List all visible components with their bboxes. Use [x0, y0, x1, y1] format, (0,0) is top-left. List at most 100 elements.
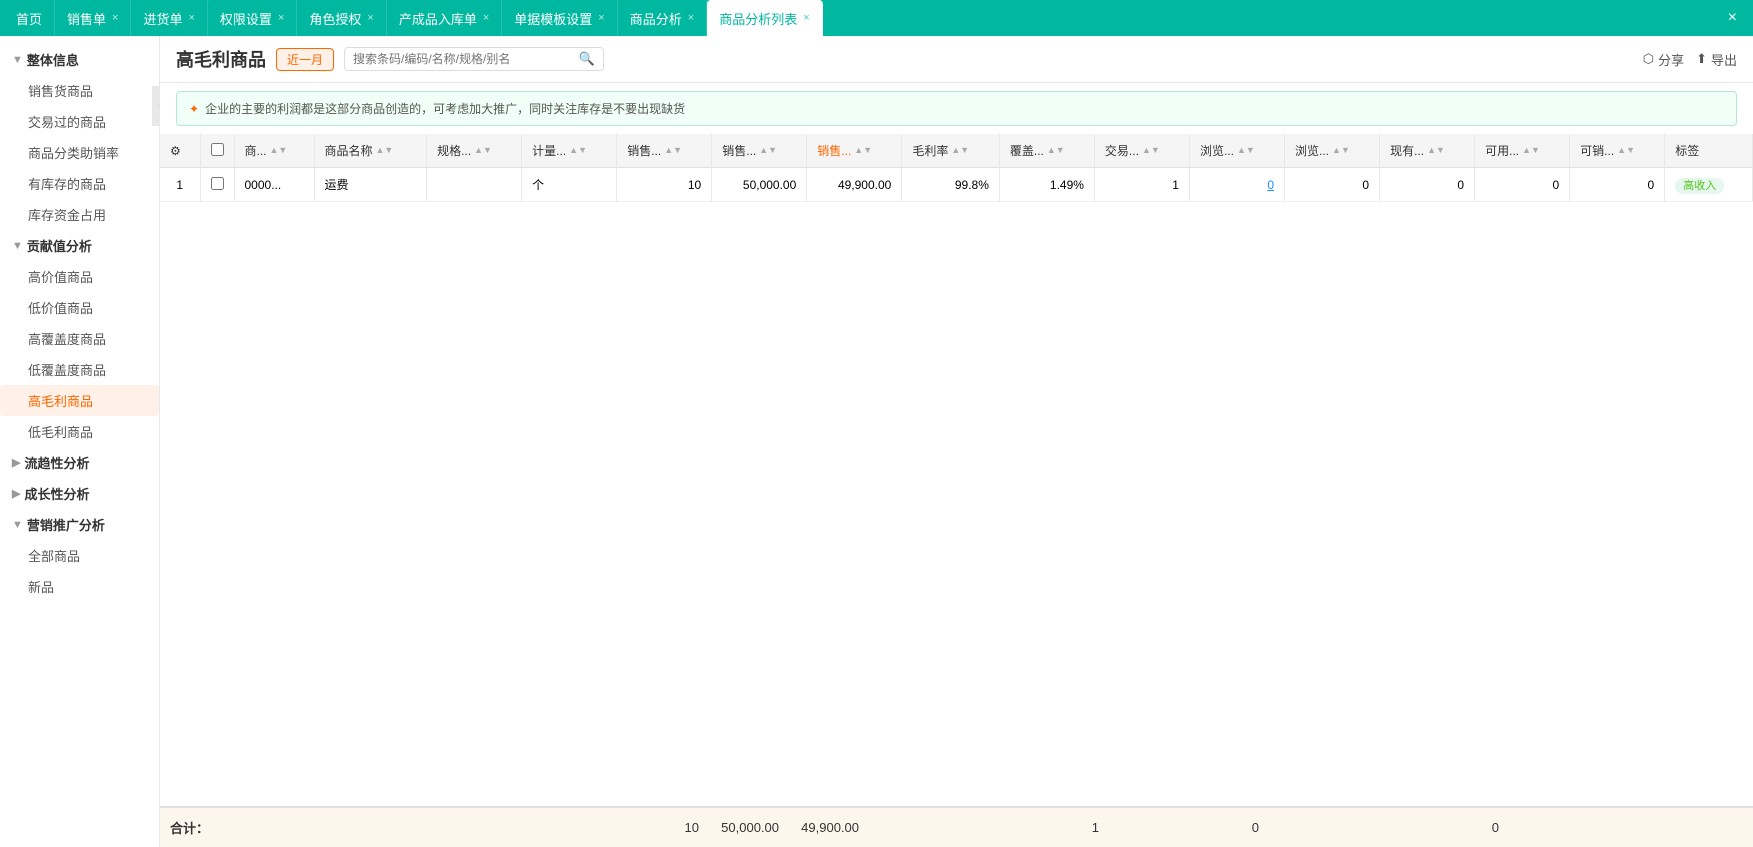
close-purchase-order[interactable]: ×	[188, 12, 194, 24]
sidebar-overall-items: 销售货商品 交易过的商品 商品分类助销率 有库存的商品 库存资金占用	[0, 75, 159, 230]
sidebar-item-traded-goods[interactable]: 交易过的商品	[0, 106, 159, 137]
sidebar-section-contribution[interactable]: ▼ 贡献值分析	[0, 230, 159, 261]
cell-saleable: 0	[1570, 168, 1665, 202]
cell-available: 0	[1475, 168, 1570, 202]
col-gross-rate[interactable]: 毛利率 ▲▼	[902, 134, 1000, 168]
sidebar-item-in-stock[interactable]: 有库存的商品	[0, 168, 159, 199]
arrow-down-icon: ▼	[12, 54, 23, 66]
search-icon[interactable]: 🔍	[579, 51, 595, 67]
sidebar-section-flow[interactable]: ▶ 流趋性分析	[0, 447, 159, 478]
sidebar-item-low-margin[interactable]: 低毛利商品	[0, 416, 159, 447]
close-permission[interactable]: ×	[278, 12, 284, 24]
cell-browse1[interactable]: 0	[1189, 168, 1284, 202]
close-role-auth[interactable]: ×	[367, 12, 373, 24]
cell-browse2: 0	[1285, 168, 1380, 202]
arrow-right-icon: ▶	[12, 456, 20, 469]
nav-product-analysis-list[interactable]: 商品分析列表 ×	[707, 0, 822, 36]
share-btn[interactable]: ⬡ 分享	[1643, 50, 1684, 69]
sidebar-item-all-goods[interactable]: 全部商品	[0, 540, 159, 571]
nav-role-auth[interactable]: 角色授权 ×	[297, 0, 386, 36]
col-browse2[interactable]: 浏览... ▲▼	[1285, 134, 1380, 168]
sidebar-item-stock-capital[interactable]: 库存资金占用	[0, 199, 159, 230]
close-analysis-list[interactable]: ×	[803, 12, 809, 24]
sidebar-section-growth[interactable]: ▶ 成长性分析	[0, 478, 159, 509]
footer-spacer9	[1269, 824, 1349, 832]
col-coverage[interactable]: 覆盖... ▲▼	[999, 134, 1094, 168]
sidebar-collapse-btn[interactable]: «	[152, 86, 160, 126]
sidebar-item-low-coverage[interactable]: 低覆盖度商品	[0, 354, 159, 385]
sort-arrows-5: ▲▼	[664, 146, 682, 155]
cell-trade: 1	[1094, 168, 1189, 202]
footer-spacer10	[1349, 824, 1429, 832]
col-settings[interactable]: ⚙	[160, 134, 200, 168]
nav-permission-settings[interactable]: 权限设置 ×	[208, 0, 297, 36]
footer-sale-qty: 10	[629, 816, 709, 839]
footer-spacer6	[869, 824, 949, 832]
filter-month-btn[interactable]: 近一月	[276, 48, 334, 71]
col-browse1[interactable]: 浏览... ▲▼	[1189, 134, 1284, 168]
close-product-inbound[interactable]: ×	[483, 12, 489, 24]
content-area: 高毛利商品 近一月 🔍 ⬡ 分享 ⬆ 导出 ✦ 企业的主要的利润都是这部分商品创…	[160, 36, 1753, 847]
col-stock1[interactable]: 现有... ▲▼	[1380, 134, 1475, 168]
sidebar-item-high-value[interactable]: 高价值商品	[0, 261, 159, 292]
search-container: 🔍	[344, 47, 604, 71]
row-checkbox[interactable]	[211, 177, 224, 190]
settings-icon[interactable]: ⚙	[170, 144, 181, 158]
footer-spacer8	[1109, 824, 1189, 832]
col-unit[interactable]: 计量... ▲▼	[522, 134, 617, 168]
select-all-checkbox[interactable]	[211, 143, 224, 156]
sort-arrows-6: ▲▼	[759, 146, 777, 155]
sidebar: « ▼ 整体信息 销售货商品 交易过的商品 商品分类助销率 有库存的商品 库存资…	[0, 36, 160, 847]
col-sale-amount[interactable]: 销售... ▲▼	[712, 134, 807, 168]
col-tag[interactable]: 标签	[1665, 134, 1753, 168]
sidebar-item-low-value[interactable]: 低价值商品	[0, 292, 159, 323]
search-input[interactable]	[353, 52, 579, 66]
share-icon: ⬡	[1643, 51, 1654, 67]
col-available[interactable]: 可用... ▲▼	[1475, 134, 1570, 168]
nav-home[interactable]: 首页	[4, 0, 55, 36]
sidebar-item-new-goods[interactable]: 新品	[0, 571, 159, 602]
sidebar-section-marketing[interactable]: ▼ 营销推广分析	[0, 509, 159, 540]
nav-purchase-order[interactable]: 进货单 ×	[131, 0, 207, 36]
cell-unit: 个	[522, 168, 617, 202]
export-btn[interactable]: ⬆ 导出	[1696, 50, 1737, 69]
nav-product-inbound[interactable]: 产成品入库单 ×	[387, 0, 502, 36]
col-name[interactable]: 商品名称 ▲▼	[314, 134, 427, 168]
nav-template-settings[interactable]: 单据模板设置 ×	[502, 0, 617, 36]
close-analysis[interactable]: ×	[688, 12, 694, 24]
col-spec[interactable]: 规格... ▲▼	[427, 134, 522, 168]
window-close-btn[interactable]: ×	[1716, 9, 1749, 27]
sidebar-item-high-margin[interactable]: 高毛利商品	[0, 385, 159, 416]
cell-name: 运费	[314, 168, 427, 202]
close-sales-order[interactable]: ×	[112, 12, 118, 24]
sort-arrows-4: ▲▼	[569, 146, 587, 155]
sidebar-item-high-coverage[interactable]: 高覆盖度商品	[0, 323, 159, 354]
sidebar-section-overall[interactable]: ▼ 整体信息	[0, 44, 159, 75]
col-trade[interactable]: 交易... ▲▼	[1094, 134, 1189, 168]
col-sale-profit[interactable]: 销售... ▲▼	[807, 134, 902, 168]
tag-badge: 高收入	[1675, 178, 1724, 194]
sidebar-item-sale-goods[interactable]: 销售货商品	[0, 75, 159, 106]
sort-arrows-10: ▲▼	[1142, 146, 1160, 155]
sidebar-marketing-items: 全部商品 新品	[0, 540, 159, 602]
nav-sales-order[interactable]: 销售单 ×	[55, 0, 131, 36]
col-sale-qty[interactable]: 销售... ▲▼	[617, 134, 712, 168]
footer-spacer1	[229, 824, 309, 832]
sidebar-contribution-items: 高价值商品 低价值商品 高覆盖度商品 低覆盖度商品 高毛利商品 低毛利商品	[0, 261, 159, 447]
info-icon: ✦	[189, 102, 199, 116]
header-actions: ⬡ 分享 ⬆ 导出	[1643, 50, 1737, 69]
info-bar: ✦ 企业的主要的利润都是这部分商品创造的，可考虑加大推广，同时关注库存是不要出现…	[176, 91, 1737, 126]
nav-product-analysis[interactable]: 商品分析 ×	[618, 0, 707, 36]
sort-arrows-2: ▲▼	[376, 146, 394, 155]
footer-label: 合计：	[170, 818, 229, 837]
footer-spacer4	[469, 824, 549, 832]
col-code[interactable]: 商... ▲▼	[234, 134, 314, 168]
sidebar-item-category-rate[interactable]: 商品分类助销率	[0, 137, 159, 168]
table-container: ⚙ 商... ▲▼ 商品名称	[160, 134, 1753, 806]
col-saleable[interactable]: 可销... ▲▼	[1570, 134, 1665, 168]
cell-stock1: 0	[1380, 168, 1475, 202]
footer-browse2: 0	[1189, 816, 1269, 839]
sort-arrows-15: ▲▼	[1617, 146, 1635, 155]
page-title: 高毛利商品	[176, 46, 266, 72]
close-template[interactable]: ×	[598, 12, 604, 24]
